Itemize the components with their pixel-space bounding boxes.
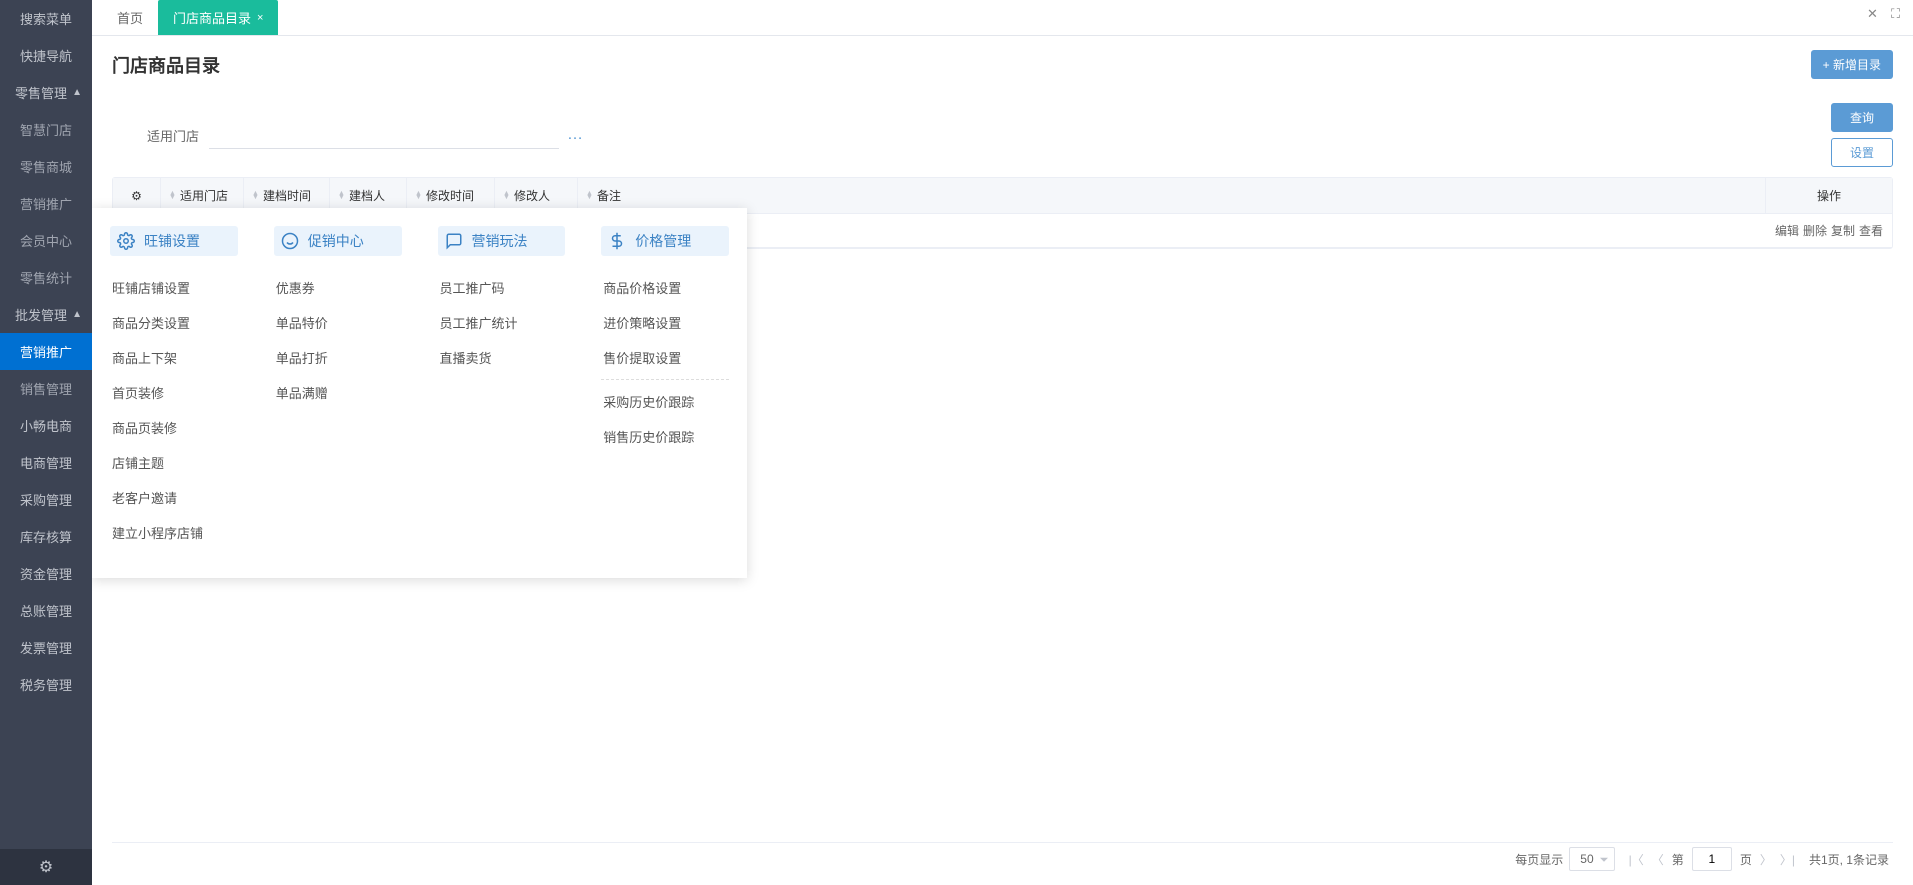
add-catalog-button[interactable]: + 新增目录 <box>1811 50 1893 79</box>
td-action: 编辑 删除 复制 查看 <box>1766 214 1892 247</box>
sidebar-item-ecommerce1[interactable]: 小畅电商 <box>0 407 92 444</box>
per-page-select[interactable]: 50 <box>1569 847 1614 871</box>
shop-icon <box>116 231 136 251</box>
sort-icon: ▲▼ <box>586 192 593 200</box>
sidebar-item-retail[interactable]: 零售管理▲ <box>0 74 92 111</box>
sidebar-sub-sales[interactable]: 销售管理 <box>0 370 92 407</box>
sort-icon: ▲▼ <box>415 192 422 200</box>
sidebar-item-ledger[interactable]: 总账管理 <box>0 592 92 629</box>
per-page-label: 每页显示 <box>1515 851 1563 868</box>
flyout-menu: 旺铺设置 旺铺店铺设置 商品分类设置 商品上下架 首页装修 商品页装修 店铺主题… <box>92 208 747 578</box>
page-title: 门店商品目录 <box>112 52 220 78</box>
flyout-header-promo: 促销中心 <box>274 226 402 256</box>
chevron-up-icon: ▲ <box>72 87 82 98</box>
flyout-item[interactable]: 店铺主题 <box>110 445 238 480</box>
flyout-header-shop: 旺铺设置 <box>110 226 238 256</box>
flyout-item[interactable]: 老客户邀请 <box>110 480 238 515</box>
flyout-item[interactable]: 售价提取设置 <box>601 340 729 375</box>
chevron-up-icon: ▲ <box>72 309 82 320</box>
tab-store-catalog[interactable]: 门店商品目录 × <box>158 0 278 35</box>
close-icon[interactable]: × <box>257 12 263 24</box>
gear-icon: ⚙ <box>39 857 53 877</box>
page-prev-icon[interactable]: 〈 <box>1652 851 1664 868</box>
page-header: 门店商品目录 + 新增目录 <box>92 36 1913 93</box>
pagination: 每页显示 50 |〈 〈 第 页 〉 〉| 共1页, 1条记录 <box>1515 847 1889 871</box>
marketing-icon <box>444 231 464 251</box>
flyout-item[interactable]: 销售历史价跟踪 <box>601 419 729 454</box>
sidebar-item-tax[interactable]: 税务管理 <box>0 666 92 703</box>
fullscreen-icon[interactable]: ⛶ <box>1891 6 1905 20</box>
filter-bar: 适用门店 … 查询 设置 <box>92 93 1913 177</box>
sort-icon: ▲▼ <box>169 192 176 200</box>
td-remark <box>578 214 1766 247</box>
gear-icon: ⚙ <box>131 189 142 203</box>
sidebar-item-wholesale[interactable]: 批发管理▲ <box>0 296 92 333</box>
flyout-item[interactable]: 员工推广码 <box>438 270 566 305</box>
sidebar-sub-retailmall[interactable]: 零售商城 <box>0 148 92 185</box>
promo-icon <box>280 231 300 251</box>
flyout-header-price: 价格管理 <box>601 226 729 256</box>
flyout-item[interactable]: 单品打折 <box>274 340 402 375</box>
flyout-item[interactable]: 旺铺店铺设置 <box>110 270 238 305</box>
sidebar-item-purchase[interactable]: 采购管理 <box>0 481 92 518</box>
sidebar-item-invoice[interactable]: 发票管理 <box>0 629 92 666</box>
sidebar-sub-smartstore[interactable]: 智慧门店 <box>0 111 92 148</box>
flyout-item[interactable]: 建立小程序店铺 <box>110 515 238 550</box>
th-action: 操作 <box>1766 178 1892 213</box>
flyout-item[interactable]: 直播卖货 <box>438 340 566 375</box>
main-area: 首页 门店商品目录 × ✕ ⛶ 门店商品目录 + 新增目录 适用门店 … 查询 … <box>92 0 1913 885</box>
query-button[interactable]: 查询 <box>1831 103 1893 132</box>
close-all-icon[interactable]: ✕ <box>1867 6 1881 20</box>
filter-label-store: 适用门店 <box>147 126 199 145</box>
sidebar-item-marketing-active[interactable]: 营销推广 <box>0 333 92 370</box>
page-summary: 共1页, 1条记录 <box>1809 851 1889 868</box>
th-remark[interactable]: ▲▼备注 <box>578 178 1766 213</box>
flyout-item[interactable]: 商品页装修 <box>110 410 238 445</box>
flyout-item[interactable]: 单品满赠 <box>274 375 402 410</box>
sidebar-item-funds[interactable]: 资金管理 <box>0 555 92 592</box>
sidebar-item-quicknav[interactable]: 快捷导航 <box>0 37 92 74</box>
sidebar-settings[interactable]: ⚙ <box>0 849 92 885</box>
flyout-item[interactable]: 采购历史价跟踪 <box>601 384 729 419</box>
flyout-item[interactable]: 商品分类设置 <box>110 305 238 340</box>
tab-home[interactable]: 首页 <box>102 0 158 35</box>
price-icon <box>607 231 627 251</box>
tab-bar: 首页 门店商品目录 × ✕ ⛶ <box>92 0 1913 36</box>
sort-icon: ▲▼ <box>338 192 345 200</box>
page-last-icon[interactable]: 〉| <box>1780 851 1795 868</box>
flyout-item[interactable]: 单品特价 <box>274 305 402 340</box>
action-edit[interactable]: 编辑 <box>1775 222 1799 239</box>
divider <box>112 842 1893 843</box>
flyout-item[interactable]: 首页装修 <box>110 375 238 410</box>
sidebar-sub-retailstats[interactable]: 零售统计 <box>0 259 92 296</box>
page-prefix: 第 <box>1672 851 1684 868</box>
sidebar-sub-marketing[interactable]: 营销推广 <box>0 185 92 222</box>
flyout-item[interactable]: 商品上下架 <box>110 340 238 375</box>
page-suffix: 页 <box>1740 851 1752 868</box>
settings-button[interactable]: 设置 <box>1831 138 1893 167</box>
page-next-icon[interactable]: 〉 <box>1760 851 1772 868</box>
flyout-item[interactable]: 商品价格设置 <box>601 270 729 305</box>
sidebar: 搜索菜单 快捷导航 零售管理▲ 智慧门店 零售商城 营销推广 会员中心 零售统计… <box>0 0 92 885</box>
sidebar-item-inventory[interactable]: 库存核算 <box>0 518 92 555</box>
flyout-item[interactable]: 进价策略设置 <box>601 305 729 340</box>
sort-icon: ▲▼ <box>503 192 510 200</box>
sort-icon: ▲▼ <box>252 192 259 200</box>
ellipsis-icon[interactable]: … <box>567 126 584 144</box>
divider <box>601 379 729 380</box>
flyout-header-marketing: 营销玩法 <box>438 226 566 256</box>
action-view[interactable]: 查看 <box>1859 222 1883 239</box>
action-copy[interactable]: 复制 <box>1831 222 1855 239</box>
flyout-item[interactable]: 优惠券 <box>274 270 402 305</box>
flyout-item[interactable]: 员工推广统计 <box>438 305 566 340</box>
filter-input-store[interactable] <box>209 121 559 149</box>
sidebar-item-ecommerce2[interactable]: 电商管理 <box>0 444 92 481</box>
page-number-input[interactable] <box>1692 847 1732 871</box>
sidebar-sub-member[interactable]: 会员中心 <box>0 222 92 259</box>
page-first-icon[interactable]: |〈 <box>1629 851 1644 868</box>
action-delete[interactable]: 删除 <box>1803 222 1827 239</box>
sidebar-item-search[interactable]: 搜索菜单 <box>0 0 92 37</box>
